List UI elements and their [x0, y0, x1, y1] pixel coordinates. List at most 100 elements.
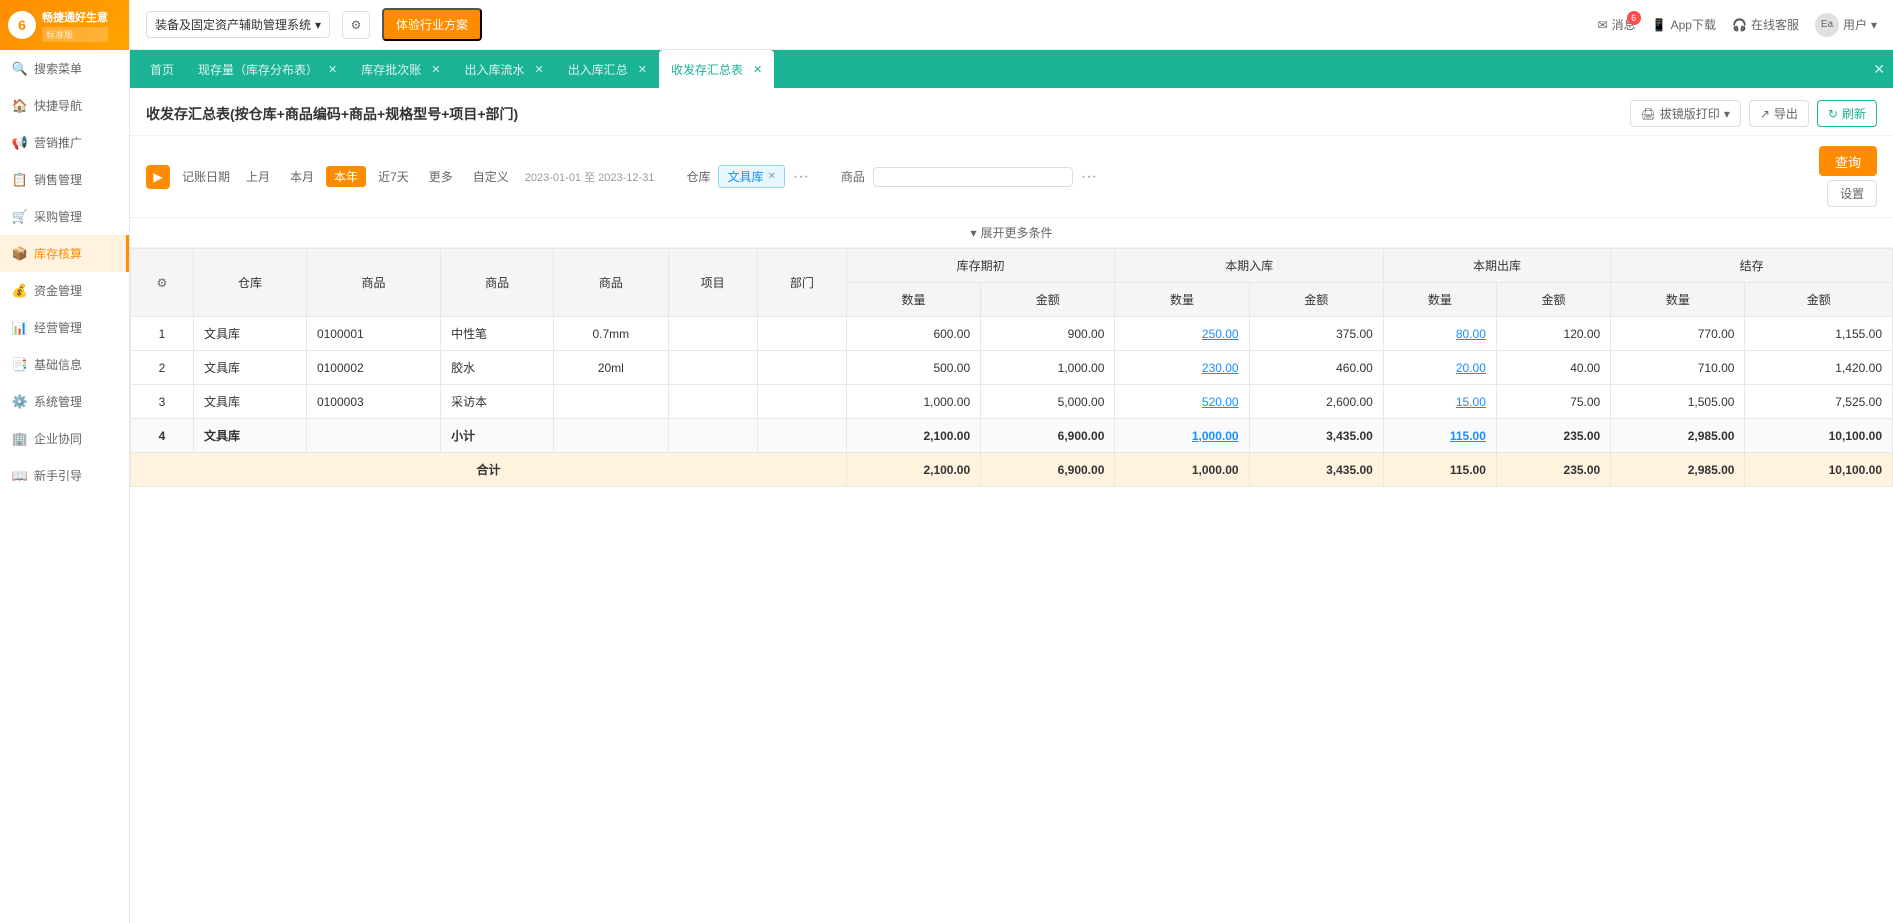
row-spec: 20ml [554, 351, 668, 385]
goods-input[interactable] [873, 167, 1073, 187]
th-goods-code: 商品 [306, 249, 440, 317]
gear-icon: ⚙️ [12, 394, 28, 410]
close-tab-batch[interactable]: ✕ [431, 63, 440, 76]
tab-in-out-summary[interactable]: 出入库汇总 ✕ [556, 50, 659, 88]
row-in-qty[interactable]: 250.00 [1115, 317, 1249, 351]
tab-stock-dist[interactable]: 现存量（库存分布表） ✕ [186, 50, 349, 88]
th-closing-amt: 金额 [1745, 283, 1893, 317]
th-out-group: 本期出库 [1383, 249, 1610, 283]
row-in-amt: 375.00 [1249, 317, 1383, 351]
row-closing-qty: 2,985.00 [1611, 419, 1745, 453]
app-download-button[interactable]: 📱 App下载 [1652, 16, 1716, 33]
row-opening-amt: 900.00 [981, 317, 1115, 351]
date-option-more[interactable]: 更多 [421, 166, 461, 187]
main-area: 装备及固定资产辅助管理系统 ▾ ⚙ 体验行业方案 ✉ 消息 6 📱 App下载 … [130, 0, 1893, 923]
row-project [668, 317, 757, 351]
row-out-amt: 235.00 [1496, 419, 1610, 453]
row-out-qty[interactable]: 15.00 [1383, 385, 1496, 419]
row-no: 2 [131, 351, 194, 385]
trial-button[interactable]: 体验行业方案 [382, 8, 482, 41]
warehouse-more-button[interactable]: ··· [793, 168, 809, 186]
expand-more-row: ▾ 展开更多条件 [130, 218, 1893, 248]
mobile-icon: 📱 [1652, 18, 1667, 32]
expand-more-button[interactable]: ▾ 展开更多条件 [970, 224, 1052, 241]
goods-search-field[interactable] [882, 170, 1064, 184]
filter-expand-button[interactable]: ▶ [146, 165, 170, 189]
th-settings[interactable]: ⚙ [131, 249, 194, 317]
row-in-qty[interactable]: 230.00 [1115, 351, 1249, 385]
sidebar-item-quick-nav[interactable]: 🏠 快捷导航 [0, 87, 129, 124]
system-selector[interactable]: 装备及固定资产辅助管理系统 ▾ [146, 11, 330, 38]
sidebar-item-system[interactable]: ⚙️ 系统管理 [0, 383, 129, 420]
query-button[interactable]: 查询 [1819, 146, 1877, 176]
cart-icon: 🛒 [12, 209, 28, 225]
tab-in-out-flow[interactable]: 出入库流水 ✕ [452, 50, 555, 88]
goods-more-button[interactable]: ··· [1081, 168, 1097, 186]
row-out-qty[interactable]: 115.00 [1383, 419, 1496, 453]
close-tab-in-out-summary[interactable]: ✕ [638, 63, 647, 76]
close-tab-in-out-flow[interactable]: ✕ [535, 63, 544, 76]
th-project: 项目 [668, 249, 757, 317]
sidebar-item-guide[interactable]: 📖 新手引导 [0, 457, 129, 494]
th-out-qty: 数量 [1383, 283, 1496, 317]
footer-closing-amt: 10,100.00 [1745, 453, 1893, 487]
filter-goods-group: 商品 ··· [841, 167, 1097, 187]
export-button[interactable]: ↗ 导出 [1749, 100, 1809, 127]
row-project [668, 385, 757, 419]
date-option-last-month[interactable]: 上月 [238, 166, 278, 187]
tab-home[interactable]: 首页 [138, 50, 186, 88]
settings-icon: ⚙ [351, 18, 362, 32]
document-icon: 📑 [12, 357, 28, 373]
row-opening-qty: 500.00 [846, 351, 980, 385]
row-in-qty[interactable]: 520.00 [1115, 385, 1249, 419]
search-icon: 🔍 [12, 61, 28, 77]
tab-bar: 首页 现存量（库存分布表） ✕ 库存批次账 ✕ 出入库流水 ✕ 出入库汇总 ✕ … [130, 50, 1893, 88]
print-button[interactable]: 🖨 拔镜版打印 ▾ [1630, 100, 1741, 127]
sidebar-item-operations[interactable]: 📊 经营管理 [0, 309, 129, 346]
row-project [668, 419, 757, 453]
sidebar-item-marketing[interactable]: 📢 营销推广 [0, 124, 129, 161]
tab-recv-send[interactable]: 收发存汇总表 ✕ [659, 50, 774, 88]
row-in-qty[interactable]: 1,000.00 [1115, 419, 1249, 453]
export-icon: ↗ [1760, 107, 1770, 121]
warehouse-tag-close[interactable]: ✕ [767, 171, 775, 182]
close-all-tabs-button[interactable]: ✕ [1873, 61, 1885, 78]
date-option-custom[interactable]: 自定义 [465, 166, 517, 187]
date-option-7days[interactable]: 近7天 [370, 166, 417, 187]
footer-label: 合计 [131, 453, 847, 487]
sidebar-item-search[interactable]: 🔍 搜索菜单 [0, 50, 129, 87]
row-spec [554, 419, 668, 453]
set-button[interactable]: 设置 [1827, 180, 1877, 207]
date-option-this-year[interactable]: 本年 [326, 166, 366, 187]
refresh-icon: ↻ [1828, 107, 1838, 121]
refresh-button[interactable]: ↻ 刷新 [1817, 100, 1877, 127]
message-button[interactable]: ✉ 消息 6 [1598, 16, 1636, 33]
row-in-amt: 2,600.00 [1249, 385, 1383, 419]
footer-in-amt: 3,435.00 [1249, 453, 1383, 487]
row-out-qty[interactable]: 80.00 [1383, 317, 1496, 351]
sidebar-item-basic[interactable]: 📑 基础信息 [0, 346, 129, 383]
sidebar-item-finance[interactable]: 💰 资金管理 [0, 272, 129, 309]
th-opening-amt: 金额 [981, 283, 1115, 317]
footer-out-qty: 115.00 [1383, 453, 1496, 487]
close-tab-stock-dist[interactable]: ✕ [328, 63, 337, 76]
sidebar-item-purchase[interactable]: 🛒 采购管理 [0, 198, 129, 235]
settings-button[interactable]: ⚙ [342, 11, 370, 39]
row-out-qty[interactable]: 20.00 [1383, 351, 1496, 385]
sidebar-item-corp[interactable]: 🏢 企业协同 [0, 420, 129, 457]
row-closing-qty: 770.00 [1611, 317, 1745, 351]
table-footer: 合计 2,100.00 6,900.00 1,000.00 3,435.00 1… [131, 453, 1893, 487]
close-tab-recv-send[interactable]: ✕ [753, 63, 762, 76]
online-service-button[interactable]: 🎧 在线客服 [1732, 16, 1799, 33]
user-button[interactable]: Ea 用户 ▾ [1815, 13, 1877, 37]
row-opening-qty: 600.00 [846, 317, 980, 351]
row-spec: 0.7mm [554, 317, 668, 351]
row-warehouse: 文具库 [193, 317, 306, 351]
sidebar-item-sales[interactable]: 📋 销售管理 [0, 161, 129, 198]
filter-date-group: 记账日期 上月 本月 本年 近7天 更多 自定义 2023-01-01 至 20… [182, 166, 654, 187]
warehouse-tag: 文具库 ✕ [718, 165, 784, 188]
row-code: 0100001 [306, 317, 440, 351]
tab-batch[interactable]: 库存批次账 ✕ [349, 50, 452, 88]
date-option-this-month[interactable]: 本月 [282, 166, 322, 187]
sidebar-item-inventory[interactable]: 📦 库存核算 [0, 235, 129, 272]
